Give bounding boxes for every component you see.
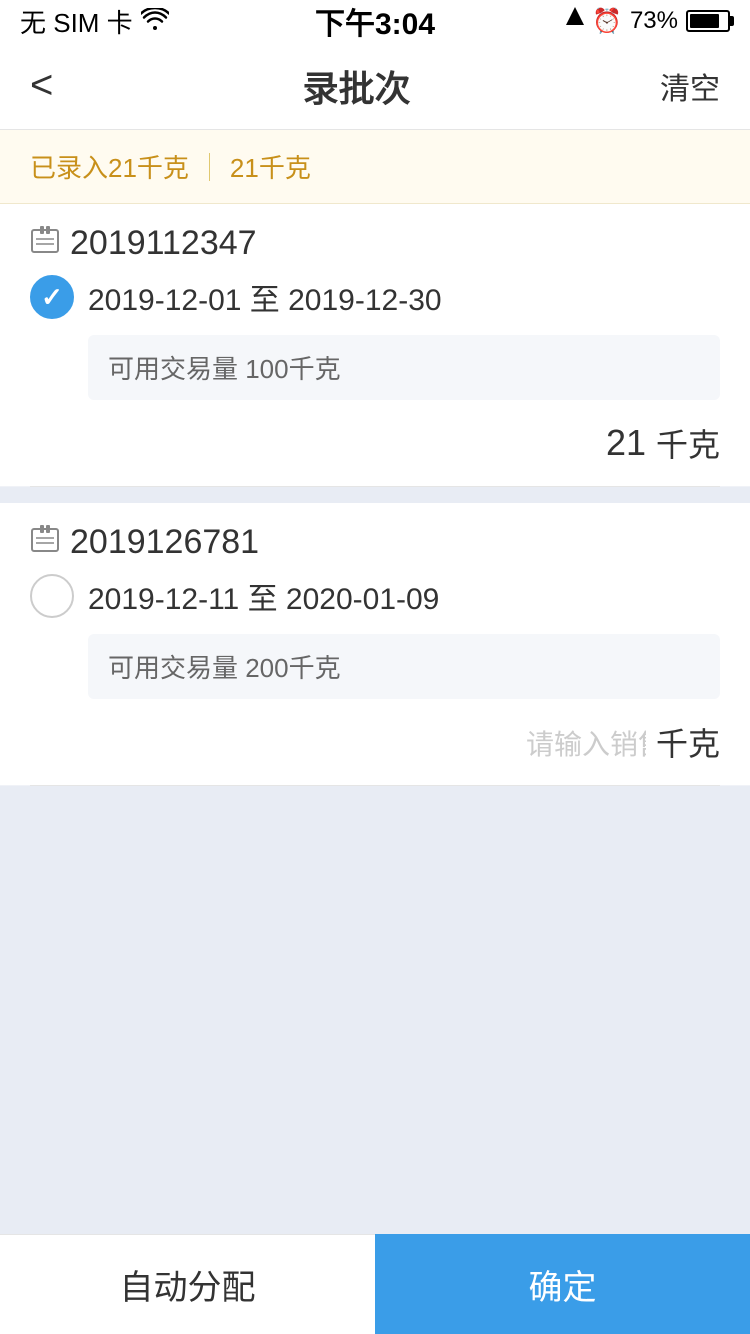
available-box-2: 可用交易量 200千克 [88, 634, 720, 699]
status-time: 下午3:04 [315, 0, 435, 43]
batch-header-2: 2019126781 [30, 523, 720, 562]
alarm-icon: ⏰ [592, 7, 622, 36]
batch-header-1: 2019112347 [30, 224, 720, 263]
carrier-text: 无 SIM 卡 [20, 3, 133, 40]
bottom-bar: 自动分配 确定 [0, 1234, 750, 1334]
page-title: 录批次 [303, 60, 411, 112]
back-button[interactable]: < [30, 63, 53, 108]
nav-bar: < 录批次 清空 [0, 42, 750, 130]
status-bar: 无 SIM 卡 下午3:04 ⏰ 73% [0, 0, 750, 42]
quantity-unit-2: 千克 [656, 719, 720, 765]
status-left: 无 SIM 卡 [20, 3, 169, 40]
quantity-row-1: 千克 [0, 400, 750, 486]
batch-item-1: 2019112347 2019-12-01 至 2019-12-30 可用交易量… [0, 204, 750, 400]
section-divider [0, 487, 750, 503]
batch-date-1: 2019-12-01 至 2019-12-30 [88, 275, 442, 319]
empty-space [0, 786, 750, 1266]
batch-item-2: 2019126781 2019-12-11 至 2020-01-09 可用交易量… [0, 503, 750, 699]
quantity-unit-1: 千克 [656, 420, 720, 466]
wifi-icon [141, 6, 169, 37]
batch-number-1: 2019112347 [70, 224, 257, 263]
batch-date-2: 2019-12-11 至 2020-01-09 [88, 574, 439, 618]
quantity-input-2[interactable] [526, 721, 646, 763]
location-icon [566, 7, 584, 36]
batch-radio-1[interactable] [30, 275, 74, 319]
batch-date-row-2: 2019-12-11 至 2020-01-09 [30, 574, 720, 618]
quantity-input-1[interactable] [526, 422, 646, 464]
info-divider [209, 153, 210, 181]
auto-distribute-button[interactable]: 自动分配 [0, 1234, 375, 1334]
battery-percent: 73% [630, 7, 678, 35]
battery-icon [686, 10, 730, 32]
clear-button[interactable]: 清空 [660, 64, 720, 108]
quantity-row-2: 千克 [0, 699, 750, 785]
batch-radio-2[interactable] [30, 574, 74, 618]
recorded-label: 已录入21千克 [30, 148, 189, 185]
info-banner: 已录入21千克 21千克 [0, 130, 750, 204]
batch-icon-2 [30, 524, 60, 561]
recorded-value: 21千克 [230, 148, 311, 185]
available-box-1: 可用交易量 100千克 [88, 335, 720, 400]
batch-icon-1 [30, 225, 60, 262]
confirm-button[interactable]: 确定 [375, 1234, 750, 1334]
batch-number-2: 2019126781 [70, 523, 259, 562]
status-right: ⏰ 73% [566, 7, 730, 36]
battery-fill [690, 14, 719, 28]
batch-date-row-1: 2019-12-01 至 2019-12-30 [30, 275, 720, 319]
